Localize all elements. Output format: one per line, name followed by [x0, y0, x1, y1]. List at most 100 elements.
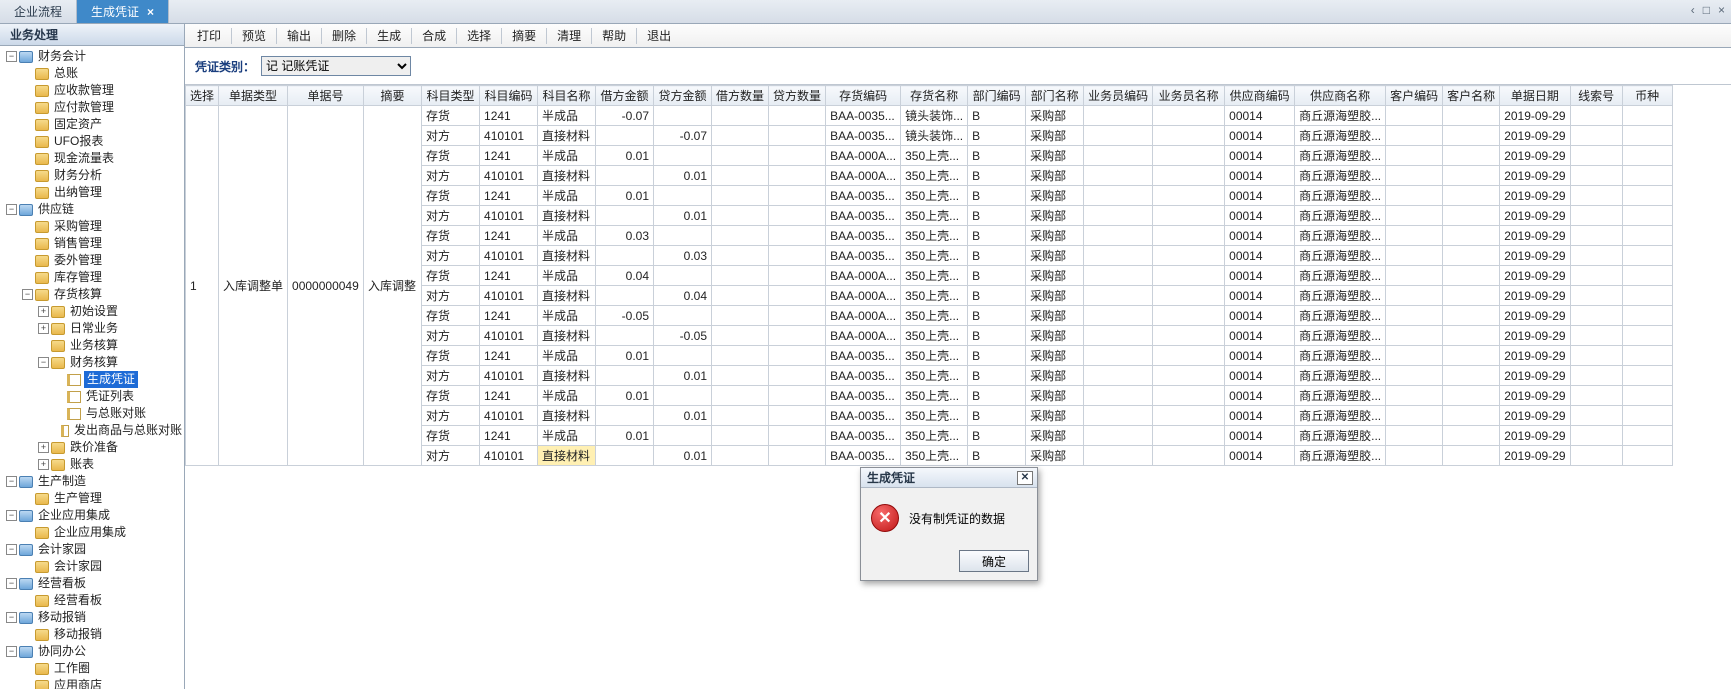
toolbar-button[interactable]: 生成 [371, 26, 407, 46]
tree-node[interactable]: +跌价准备 [0, 439, 184, 456]
collapse-icon[interactable]: − [38, 357, 49, 368]
expand-icon[interactable]: + [38, 306, 49, 317]
table-row[interactable]: 1入库调整单0000000049入库调整存货1241半成品-0.07BAA-00… [186, 106, 1673, 126]
column-header[interactable]: 业务员名称 [1153, 86, 1225, 106]
expand-icon[interactable]: + [38, 442, 49, 453]
tree-node[interactable]: +初始设置 [0, 303, 184, 320]
tree-node[interactable]: −会计家园 [0, 541, 184, 558]
column-header[interactable]: 选择 [186, 86, 219, 106]
expand-icon[interactable]: + [38, 459, 49, 470]
tree-node[interactable]: 应收款管理 [0, 82, 184, 99]
tree-node[interactable]: 生成凭证 [0, 371, 184, 388]
collapse-icon[interactable]: − [6, 544, 17, 555]
tree-node[interactable]: +日常业务 [0, 320, 184, 337]
column-header[interactable]: 单据号 [288, 86, 364, 106]
tree-node[interactable]: 工作圈 [0, 660, 184, 677]
tree-node[interactable]: 委外管理 [0, 252, 184, 269]
tree-node[interactable]: 销售管理 [0, 235, 184, 252]
collapse-icon[interactable]: − [22, 289, 33, 300]
toolbar-button[interactable]: 删除 [326, 26, 362, 46]
tree-node[interactable]: −供应链 [0, 201, 184, 218]
column-header[interactable]: 供应商名称 [1295, 86, 1386, 106]
toolbar-button[interactable]: 预览 [236, 26, 272, 46]
tree-node[interactable]: −经营看板 [0, 575, 184, 592]
tree-node[interactable]: −财务核算 [0, 354, 184, 371]
tree-node[interactable]: 出纳管理 [0, 184, 184, 201]
collapse-icon[interactable]: − [6, 612, 17, 623]
tree-node[interactable]: 财务分析 [0, 167, 184, 184]
tree-node[interactable]: 发出商品与总账对账 [0, 422, 184, 439]
column-header[interactable]: 科目编码 [480, 86, 538, 106]
nav-tree[interactable]: −财务会计总账应收款管理应付款管理固定资产UFO报表现金流量表财务分析出纳管理−… [0, 46, 184, 689]
tree-node[interactable]: 总账 [0, 65, 184, 82]
tree-node[interactable]: 凭证列表 [0, 388, 184, 405]
tree-node[interactable]: 现金流量表 [0, 150, 184, 167]
collapse-icon[interactable]: − [6, 578, 17, 589]
tree-node[interactable]: −协同办公 [0, 643, 184, 660]
dialog-ok-button[interactable]: 确定 [959, 550, 1029, 572]
column-header[interactable]: 存货编码 [826, 86, 901, 106]
column-header[interactable]: 贷方数量 [769, 86, 826, 106]
expand-icon[interactable]: + [38, 323, 49, 334]
column-header[interactable]: 部门名称 [1026, 86, 1084, 106]
toolbar-button[interactable]: 输出 [281, 26, 317, 46]
column-header[interactable]: 线索号 [1570, 86, 1622, 106]
tree-node[interactable]: −企业应用集成 [0, 507, 184, 524]
close-window-icon[interactable]: × [1718, 3, 1725, 17]
toolbar-button[interactable]: 打印 [191, 26, 227, 46]
column-header[interactable]: 部门编码 [968, 86, 1026, 106]
tab-generate-voucher[interactable]: 生成凭证 × [77, 0, 169, 23]
column-header[interactable]: 币种 [1622, 86, 1672, 106]
toolbar-button[interactable]: 选择 [461, 26, 497, 46]
tree-node[interactable]: +账表 [0, 456, 184, 473]
dialog-close-button[interactable]: ✕ [1017, 471, 1033, 485]
close-icon[interactable]: × [147, 5, 154, 19]
tree-node[interactable]: 经营看板 [0, 592, 184, 609]
voucher-type-select[interactable]: 记 记账凭证 [261, 56, 411, 76]
tree-node[interactable]: 企业应用集成 [0, 524, 184, 541]
column-header[interactable]: 科目类型 [422, 86, 480, 106]
tree-node[interactable]: 与总账对账 [0, 405, 184, 422]
column-header[interactable]: 单据类型 [219, 86, 288, 106]
column-header[interactable]: 客户编码 [1386, 86, 1443, 106]
toolbar-button[interactable]: 帮助 [596, 26, 632, 46]
collapse-icon[interactable]: − [6, 646, 17, 657]
toolbar-button[interactable]: 退出 [641, 26, 677, 46]
tree-node[interactable]: 固定资产 [0, 116, 184, 133]
tree-node[interactable]: 生产管理 [0, 490, 184, 507]
collapse-icon[interactable]: − [6, 510, 17, 521]
column-header[interactable]: 供应商编码 [1225, 86, 1295, 106]
column-header[interactable]: 借方金额 [596, 86, 654, 106]
toolbar-button[interactable]: 清理 [551, 26, 587, 46]
tree-node[interactable]: 业务核算 [0, 337, 184, 354]
tree-node[interactable]: 会计家园 [0, 558, 184, 575]
tree-node[interactable]: 应用商店 [0, 677, 184, 689]
tree-node[interactable]: UFO报表 [0, 133, 184, 150]
column-header[interactable]: 科目名称 [538, 86, 596, 106]
tree-node[interactable]: −移动报销 [0, 609, 184, 626]
grid-container[interactable]: 选择单据类型单据号摘要科目类型科目编码科目名称借方金额贷方金额借方数量贷方数量存… [185, 84, 1731, 466]
column-header[interactable]: 借方数量 [712, 86, 769, 106]
tree-node[interactable]: 库存管理 [0, 269, 184, 286]
column-header[interactable]: 单据日期 [1500, 86, 1570, 106]
restore-icon[interactable]: □ [1703, 3, 1710, 17]
column-header[interactable]: 业务员编码 [1084, 86, 1153, 106]
column-header[interactable]: 摘要 [364, 86, 422, 106]
column-header[interactable]: 存货名称 [901, 86, 968, 106]
tree-node[interactable]: 移动报销 [0, 626, 184, 643]
tree-node[interactable]: −存货核算 [0, 286, 184, 303]
minimize-icon[interactable]: ‹ [1691, 3, 1695, 17]
toolbar-button[interactable]: 合成 [416, 26, 452, 46]
tree-node[interactable]: −生产制造 [0, 473, 184, 490]
tree-node[interactable]: −财务会计 [0, 48, 184, 65]
tab-enterprise-process[interactable]: 企业流程 [0, 0, 77, 23]
column-header[interactable]: 贷方金额 [654, 86, 712, 106]
collapse-icon[interactable]: − [6, 51, 17, 62]
collapse-icon[interactable]: − [6, 476, 17, 487]
column-header[interactable]: 客户名称 [1443, 86, 1500, 106]
tree-node[interactable]: 应付款管理 [0, 99, 184, 116]
dialog-titlebar[interactable]: 生成凭证 ✕ [861, 468, 1037, 488]
collapse-icon[interactable]: − [6, 204, 17, 215]
tree-node[interactable]: 采购管理 [0, 218, 184, 235]
toolbar-button[interactable]: 摘要 [506, 26, 542, 46]
